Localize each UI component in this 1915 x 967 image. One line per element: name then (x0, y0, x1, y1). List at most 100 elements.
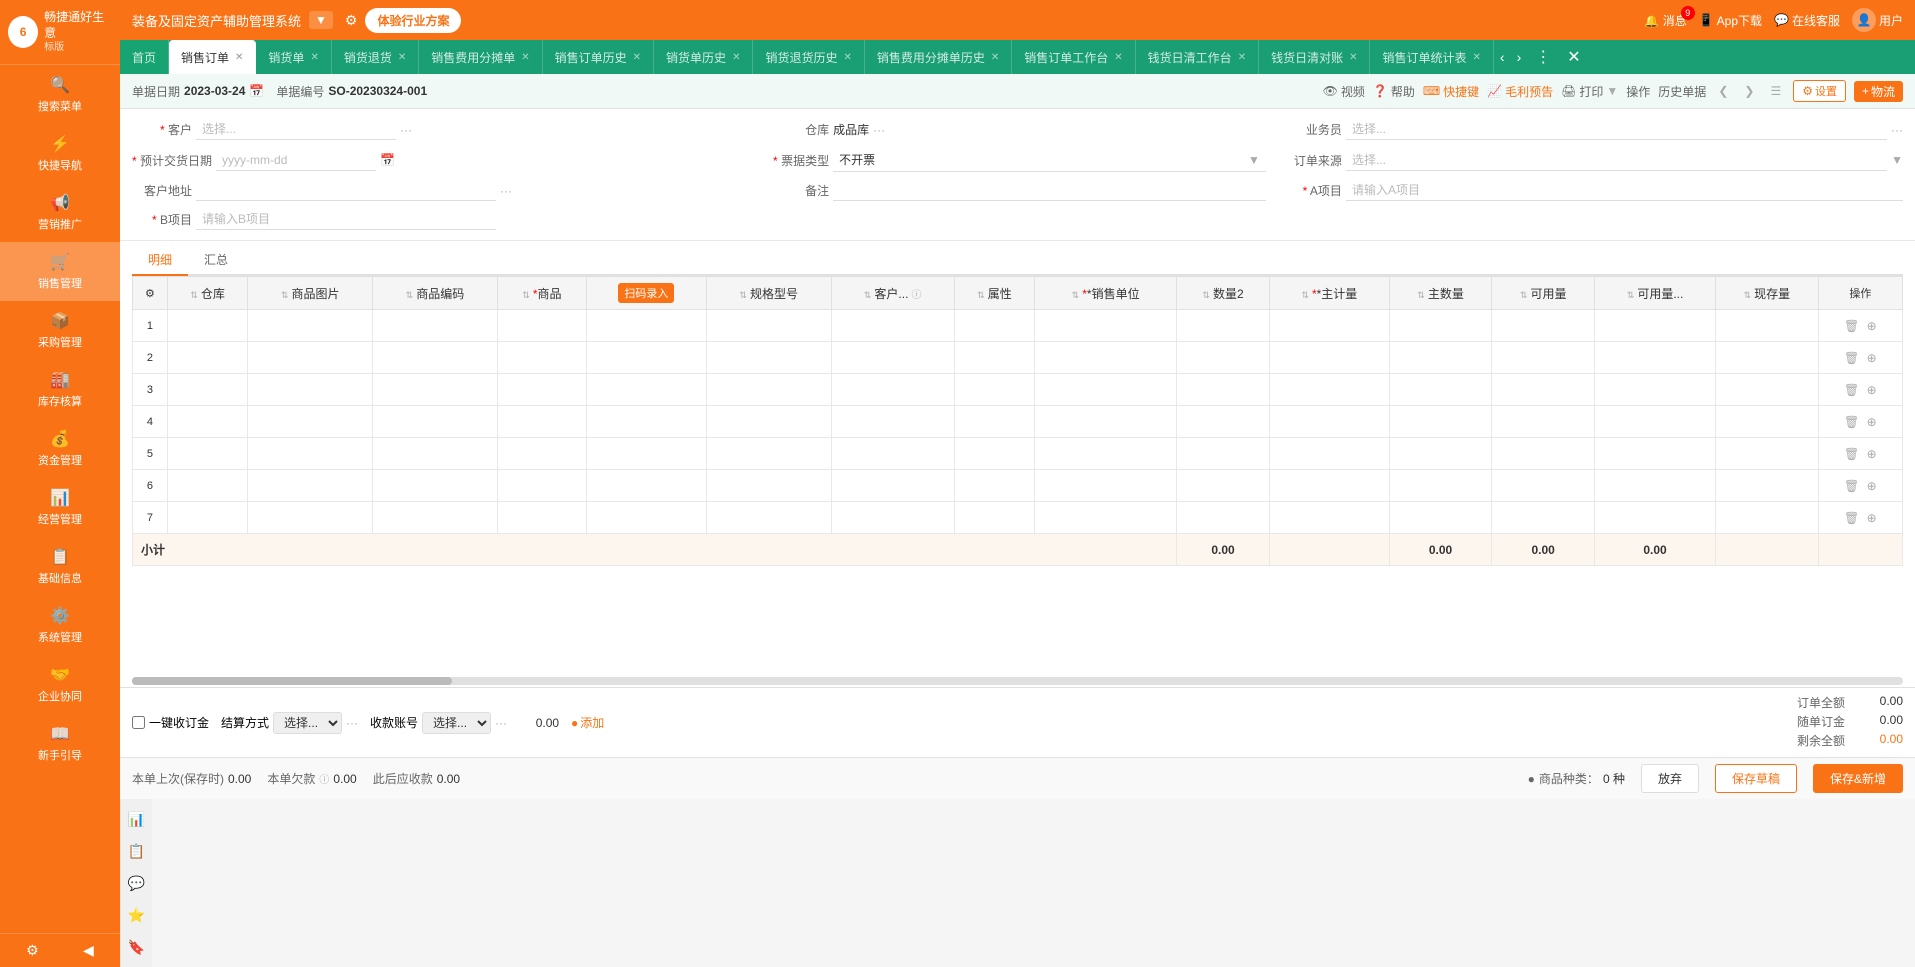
row-customer-code[interactable] (831, 438, 954, 470)
salesperson-more-icon[interactable]: ··· (1891, 123, 1903, 137)
tab-detail[interactable]: 明细 (132, 245, 188, 276)
row-code[interactable] (373, 438, 498, 470)
right-icon-2[interactable]: 📋 (125, 839, 149, 863)
tabs-close-all-btn[interactable]: ✕ (1559, 47, 1588, 67)
row-product[interactable] (497, 438, 586, 470)
row-product[interactable] (497, 374, 586, 406)
th-scan[interactable]: 扫码录入 (586, 277, 706, 310)
th-unit[interactable]: ⇅ **销售单位 (1035, 277, 1177, 310)
horizontal-scrollbar[interactable] (120, 675, 1915, 687)
row-available2[interactable] (1594, 438, 1715, 470)
row-spec[interactable] (706, 502, 831, 534)
row-product[interactable] (497, 342, 586, 374)
row-unit[interactable] (1035, 438, 1177, 470)
b-project-input[interactable] (196, 209, 496, 230)
row-copy-btn[interactable]: ⊕ (1865, 479, 1879, 493)
tab-close-icon[interactable]: ✕ (521, 52, 529, 63)
notification-btn[interactable]: 🔔 9 消息 (1644, 12, 1686, 29)
row-stock[interactable] (1716, 406, 1819, 438)
row-scan[interactable] (586, 406, 706, 438)
preview-btn[interactable]: 👁 视频 (1323, 83, 1365, 100)
row-qty2[interactable] (1177, 374, 1270, 406)
row-unit[interactable] (1035, 406, 1177, 438)
sidebar-item-search[interactable]: 🔍 搜索菜单 (0, 65, 120, 124)
payment-method-select[interactable]: 选择... (273, 712, 342, 734)
row-scan[interactable] (586, 310, 706, 342)
row-attr[interactable] (954, 374, 1034, 406)
tab-close-icon[interactable]: ✕ (398, 52, 406, 63)
row-attr[interactable] (954, 342, 1034, 374)
tab-sales-order-history[interactable]: 销售订单历史 ✕ (543, 40, 654, 74)
tab-close-icon[interactable]: ✕ (991, 52, 999, 63)
row-main-qty[interactable] (1389, 310, 1492, 342)
row-main-qty[interactable] (1389, 406, 1492, 438)
row-qty2[interactable] (1177, 502, 1270, 534)
th-customer-code[interactable]: ⇅ 客户... ⓘ (831, 277, 954, 310)
row-available[interactable] (1492, 438, 1595, 470)
row-stock[interactable] (1716, 310, 1819, 342)
address-more-icon[interactable]: ··· (500, 184, 512, 198)
th-settings[interactable]: ⚙ (133, 277, 168, 310)
row-available[interactable] (1492, 406, 1595, 438)
tab-cash-workbench[interactable]: 钱货日清工作台 ✕ (1136, 40, 1259, 74)
user-btn[interactable]: 👤 用户 (1852, 8, 1903, 32)
th-warehouse[interactable]: ⇅ 仓库 (167, 277, 247, 310)
scan-input-btn[interactable]: 扫码录入 (618, 283, 674, 303)
th-main-qty[interactable]: ⇅ 主数量 (1389, 277, 1492, 310)
right-icon-1[interactable]: 📊 (125, 807, 149, 831)
row-available[interactable] (1492, 342, 1595, 374)
tabs-next-btn[interactable]: › (1511, 49, 1528, 65)
a-project-input[interactable] (1346, 180, 1903, 201)
row-unit[interactable] (1035, 342, 1177, 374)
row-qty2[interactable] (1177, 342, 1270, 374)
th-main-unit[interactable]: ⇅ **主计量 (1269, 277, 1389, 310)
row-main-qty[interactable] (1389, 438, 1492, 470)
tabs-more-btn[interactable]: ⋮ (1527, 47, 1559, 67)
th-stock[interactable]: ⇅ 现存量 (1716, 277, 1819, 310)
row-stock[interactable] (1716, 438, 1819, 470)
app-download-btn[interactable]: 📱 App下载 (1699, 12, 1762, 29)
sidebar-item-inventory[interactable]: 🏭 库存核算 (0, 360, 120, 419)
tab-order-workbench[interactable]: 销售订单工作台 ✕ (1012, 40, 1135, 74)
row-spec[interactable] (706, 406, 831, 438)
tab-close-icon[interactable]: ✕ (1114, 52, 1122, 63)
row-image[interactable] (248, 406, 373, 438)
settings-btn[interactable]: ⚙ ⚙ 设置设置 (1793, 80, 1846, 102)
tab-close-icon[interactable]: ✕ (843, 52, 851, 63)
row-delete-btn[interactable]: 🗑 (1842, 511, 1861, 525)
row-stock[interactable] (1716, 470, 1819, 502)
row-unit[interactable] (1035, 470, 1177, 502)
th-code[interactable]: ⇅ 商品编码 (373, 277, 498, 310)
row-product[interactable] (497, 470, 586, 502)
row-delete-btn[interactable]: 🗑 (1842, 383, 1861, 397)
tab-close-icon[interactable]: ✕ (1349, 52, 1357, 63)
row-code[interactable] (373, 374, 498, 406)
row-unit[interactable] (1035, 374, 1177, 406)
add-btn[interactable]: ● 添加 (571, 714, 604, 731)
row-stock[interactable] (1716, 342, 1819, 374)
row-available2[interactable] (1594, 374, 1715, 406)
row-available2[interactable] (1594, 502, 1715, 534)
history-btn[interactable]: 历史单据 (1658, 83, 1706, 100)
tab-fee-history[interactable]: 销售费用分摊单历史 ✕ (865, 40, 1012, 74)
row-delete-btn[interactable]: 🗑 (1842, 351, 1861, 365)
one-click-deposit-checkbox[interactable]: 一键收订金 (132, 714, 209, 731)
row-delete-btn[interactable]: 🗑 (1842, 319, 1861, 333)
system-select-btn[interactable]: ▼ (309, 11, 333, 29)
receipt-account-select[interactable]: 选择... (422, 712, 491, 734)
row-warehouse[interactable] (167, 406, 247, 438)
row-warehouse[interactable] (167, 470, 247, 502)
row-warehouse[interactable] (167, 502, 247, 534)
row-attr[interactable] (954, 502, 1034, 534)
row-delete-btn[interactable]: 🗑 (1842, 479, 1861, 493)
tab-sales-return[interactable]: 销货退货 ✕ (332, 40, 419, 74)
row-main-qty[interactable] (1389, 342, 1492, 374)
sidebar-item-quicknav[interactable]: ⚡ 快捷导航 (0, 124, 120, 183)
row-available[interactable] (1492, 502, 1595, 534)
sidebar-settings-icon[interactable]: ⚙ (26, 942, 39, 959)
receipt-more-icon[interactable]: ··· (495, 716, 507, 730)
row-available2[interactable] (1594, 310, 1715, 342)
tab-close-icon[interactable]: ✕ (310, 52, 318, 63)
row-unit[interactable] (1035, 502, 1177, 534)
tabs-prev-btn[interactable]: ‹ (1494, 49, 1511, 65)
